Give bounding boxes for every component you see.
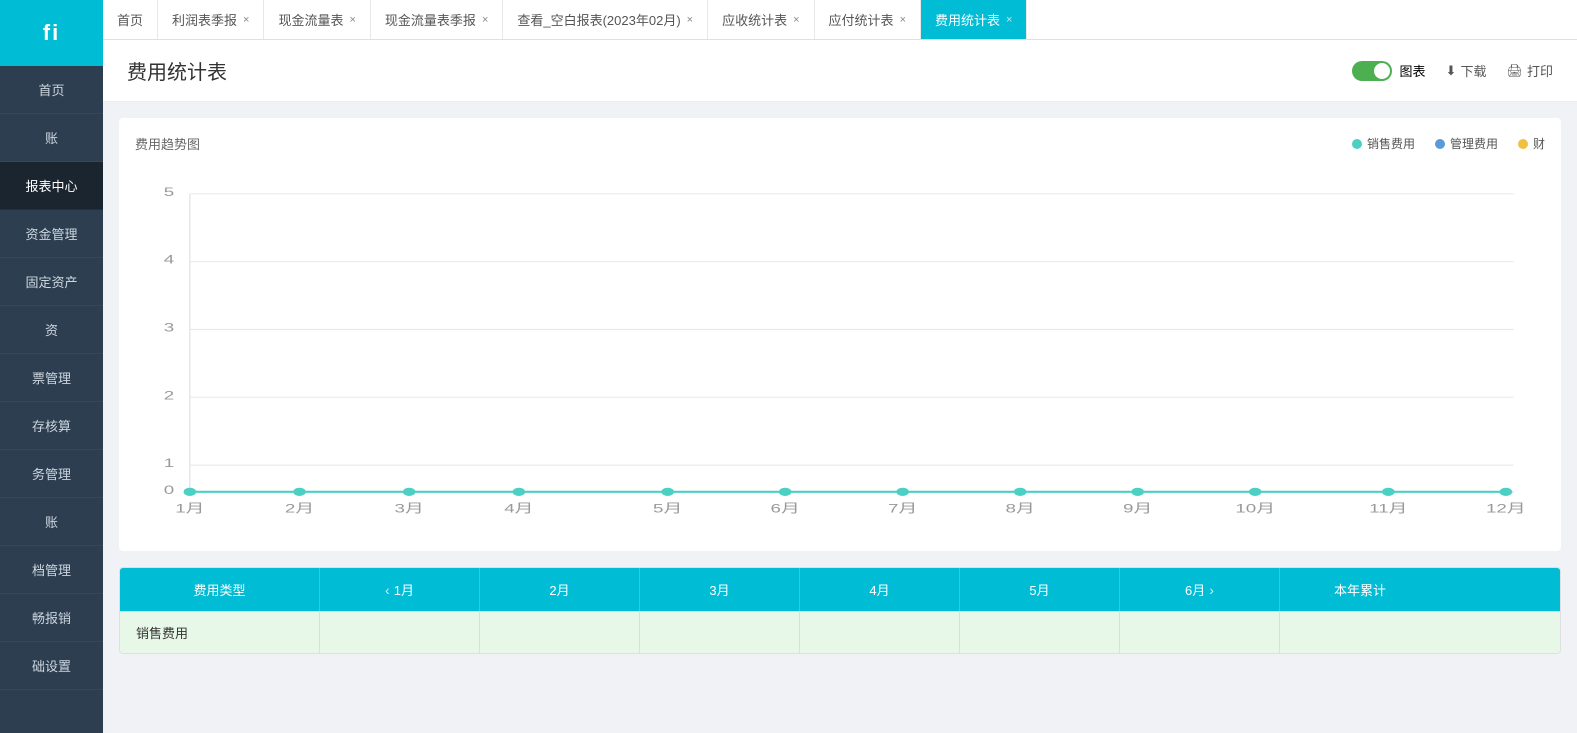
table-nav-prev[interactable]: ‹ [385, 582, 390, 598]
sidebar-item-payables[interactable]: 账 [0, 498, 103, 546]
sidebar: fi 首页 账 报表中心 资金管理 固定资产 资 票管理 存核算 务管理 账 档… [0, 0, 103, 733]
row-sales-m2 [480, 612, 640, 653]
chart-section: 费用趋势图 销售费用 管理费用 财 [119, 118, 1561, 551]
tab-close-expense[interactable]: × [1006, 14, 1012, 26]
legend-sales: 销售费用 [1352, 135, 1415, 152]
col-header-ytd: 本年累计 [1280, 568, 1440, 611]
tab-close-payables[interactable]: × [900, 14, 906, 26]
page-title: 费用统计表 [127, 56, 227, 85]
legend-dot-sales [1352, 139, 1362, 149]
sidebar-item-reports[interactable]: 报表中心 [0, 162, 103, 210]
tab-close-cashflow[interactable]: × [349, 14, 355, 26]
print-icon: 🖨 [1506, 63, 1523, 79]
svg-text:3: 3 [164, 321, 175, 334]
sidebar-item-tickets[interactable]: 票管理 [0, 354, 103, 402]
svg-text:12月: 12月 [1486, 502, 1526, 515]
svg-text:9月: 9月 [1123, 502, 1152, 515]
svg-text:0: 0 [164, 484, 175, 497]
sidebar-item-account[interactable]: 账 [0, 114, 103, 162]
col-header-3: 3月 [640, 568, 800, 611]
tab-profit[interactable]: 利润表季报 × [158, 0, 264, 40]
svg-text:8月: 8月 [1006, 502, 1035, 515]
sidebar-item-cash[interactable]: 资金管理 [0, 210, 103, 258]
row-sales-m5 [960, 612, 1120, 653]
legend-admin: 管理费用 [1435, 135, 1498, 152]
app-logo: fi [0, 0, 103, 66]
tab-cashflow[interactable]: 现金流量表 × [264, 0, 370, 40]
legend-finance: 财 [1518, 135, 1545, 152]
tab-cashflow-quarterly[interactable]: 现金流量表季报 × [371, 0, 503, 40]
row-sales-m1 [320, 612, 480, 653]
expense-table: 费用类型 ‹ 1月 2月 3月 4月 5月 [119, 567, 1561, 654]
svg-text:2月: 2月 [285, 502, 314, 515]
tab-home[interactable]: 首页 [103, 0, 158, 40]
col-header-1: ‹ 1月 [320, 568, 480, 611]
col-header-5: 5月 [960, 568, 1120, 611]
svg-text:3月: 3月 [395, 502, 424, 515]
chart-header: 费用趋势图 销售费用 管理费用 财 [135, 134, 1545, 153]
print-button[interactable]: 🖨 打印 [1506, 61, 1553, 80]
chart-toggle[interactable] [1352, 61, 1392, 81]
legend-label-admin: 管理费用 [1450, 135, 1498, 152]
tab-expense[interactable]: 费用统计表 × [921, 0, 1027, 40]
page-body: 费用统计表 图表 ⬇ 下载 🖨 打印 费用趋势图 [103, 40, 1577, 733]
tab-close-profit[interactable]: × [243, 14, 249, 26]
svg-text:11月: 11月 [1369, 502, 1407, 515]
sidebar-item-assets[interactable]: 固定资产 [0, 258, 103, 306]
download-button[interactable]: ⬇ 下载 [1446, 61, 1487, 80]
legend-dot-finance [1518, 139, 1528, 149]
legend-label-sales: 销售费用 [1367, 135, 1415, 152]
tab-bar: 首页 利润表季报 × 现金流量表 × 现金流量表季报 × 查看_空白报表(202… [103, 0, 1577, 40]
row-sales-m4 [800, 612, 960, 653]
chart-toggle-label: 图表 [1400, 61, 1426, 80]
sidebar-item-home[interactable]: 首页 [0, 66, 103, 114]
col-header-type: 费用类型 [120, 568, 320, 611]
download-icon: ⬇ [1446, 63, 1457, 79]
sidebar-item-settings[interactable]: 础设置 [0, 642, 103, 690]
chart-legend: 销售费用 管理费用 财 [1352, 135, 1545, 152]
tab-close-cashflow-quarterly[interactable]: × [482, 14, 488, 26]
sidebar-item-returns[interactable]: 畅报销 [0, 594, 103, 642]
table-row-sales: 销售费用 [120, 611, 1560, 653]
tab-receivables[interactable]: 应收统计表 × [708, 0, 814, 40]
col-header-4: 4月 [800, 568, 960, 611]
row-sales-m6 [1120, 612, 1280, 653]
svg-text:2: 2 [164, 389, 175, 402]
table-header: 费用类型 ‹ 1月 2月 3月 4月 5月 [120, 568, 1560, 611]
row-sales-ytd [1280, 612, 1440, 653]
svg-text:4月: 4月 [504, 502, 533, 515]
chart-title: 费用趋势图 [135, 134, 200, 153]
table-nav-next[interactable]: › [1209, 582, 1214, 598]
tab-close-receivables[interactable]: × [793, 14, 799, 26]
line-chart-svg: 5 4 3 2 1 0 [135, 165, 1545, 535]
legend-dot-admin [1435, 139, 1445, 149]
svg-text:1月: 1月 [175, 502, 204, 515]
col-header-6: 6月 › [1120, 568, 1280, 611]
svg-text:7月: 7月 [888, 502, 917, 515]
row-sales-m3 [640, 612, 800, 653]
header-actions: 图表 ⬇ 下载 🖨 打印 [1352, 61, 1553, 81]
chart-container: 5 4 3 2 1 0 [135, 165, 1545, 535]
svg-text:10月: 10月 [1235, 502, 1275, 515]
legend-label-finance: 财 [1533, 135, 1545, 152]
sidebar-item-inventory[interactable]: 存核算 [0, 402, 103, 450]
svg-text:5月: 5月 [653, 502, 682, 515]
main-content: 首页 利润表季报 × 现金流量表 × 现金流量表季报 × 查看_空白报表(202… [103, 0, 1577, 733]
svg-text:6月: 6月 [771, 502, 800, 515]
tab-blank-report[interactable]: 查看_空白报表(2023年02月) × [503, 0, 708, 40]
sidebar-item-salary[interactable]: 资 [0, 306, 103, 354]
svg-text:5: 5 [164, 186, 175, 199]
sidebar-item-services[interactable]: 务管理 [0, 450, 103, 498]
tab-payables[interactable]: 应付统计表 × [815, 0, 921, 40]
sidebar-item-archives[interactable]: 档管理 [0, 546, 103, 594]
row-label-sales: 销售费用 [120, 612, 320, 653]
chart-toggle-wrap: 图表 [1352, 61, 1426, 81]
svg-text:1: 1 [164, 457, 175, 470]
col-header-2: 2月 [480, 568, 640, 611]
page-header: 费用统计表 图表 ⬇ 下载 🖨 打印 [103, 40, 1577, 102]
tab-close-blank-report[interactable]: × [687, 14, 693, 26]
svg-text:4: 4 [164, 254, 175, 267]
